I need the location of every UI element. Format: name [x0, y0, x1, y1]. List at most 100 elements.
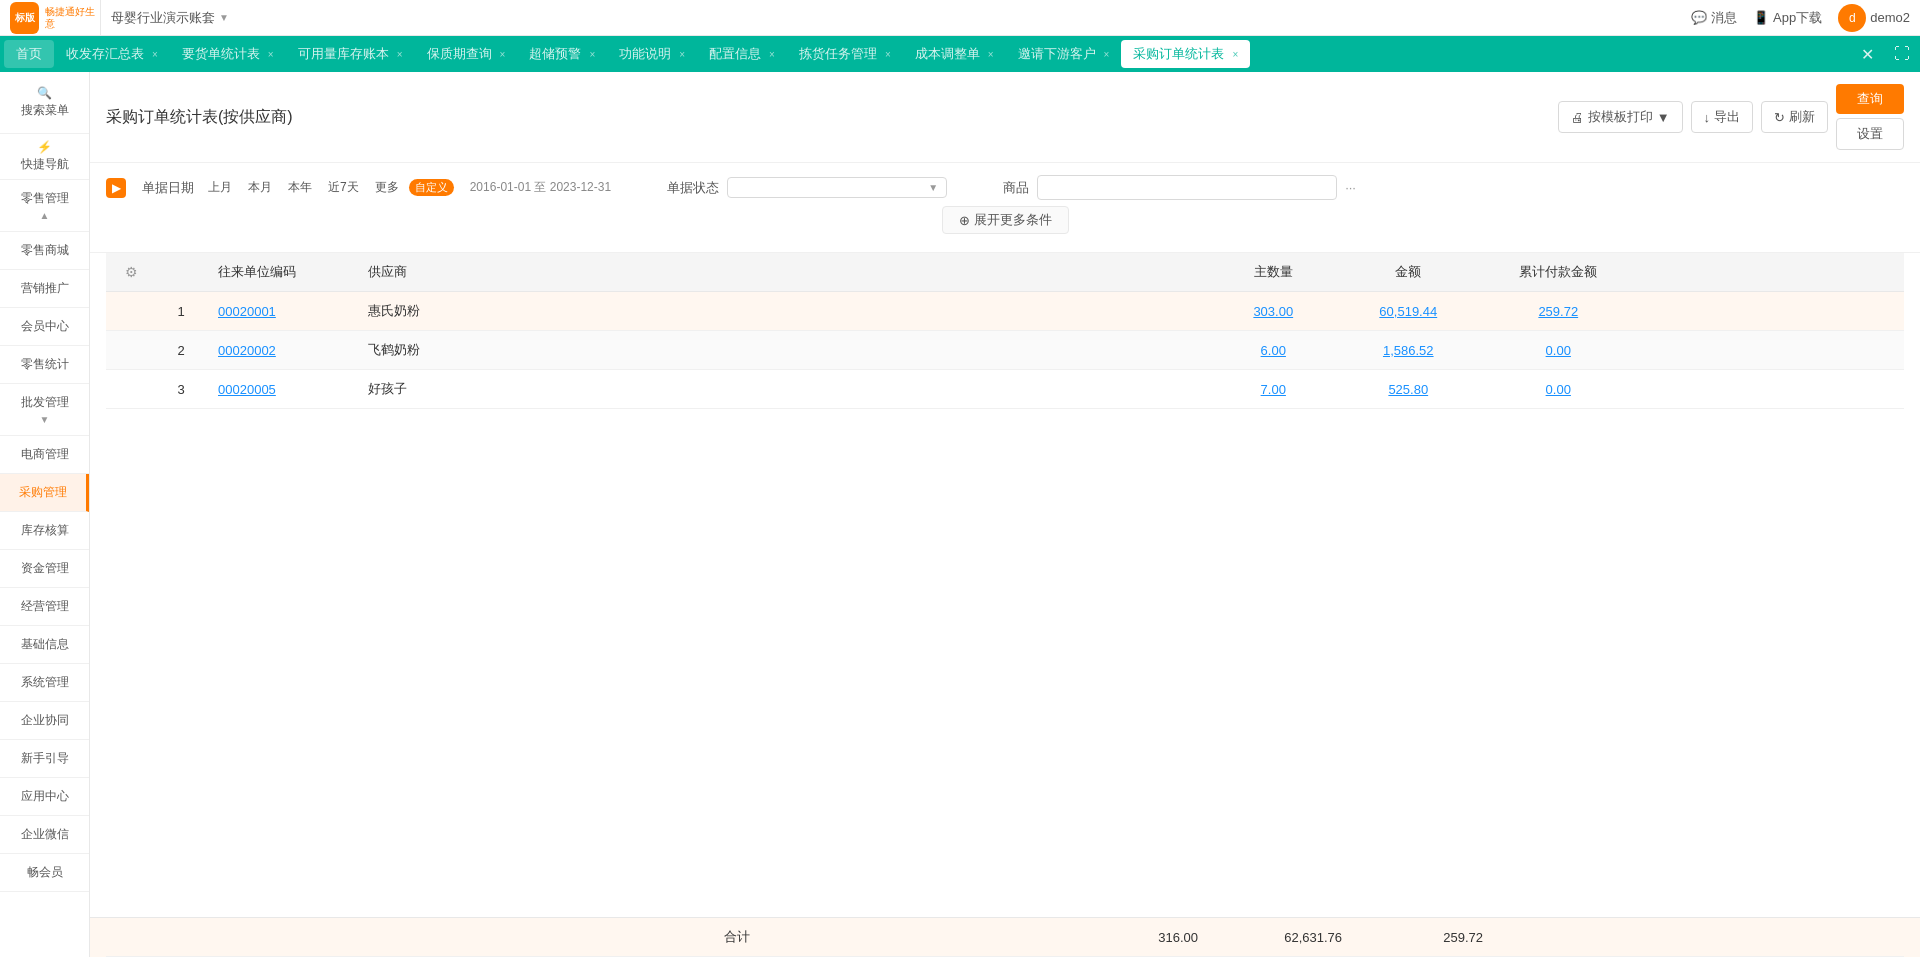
workspace-selector[interactable]: 母婴行业演示账套 ▼	[100, 0, 239, 35]
tab-baozhiqi-close[interactable]: ×	[500, 49, 506, 60]
sidebar-item-jichuxinxi[interactable]: 基础信息	[0, 626, 89, 664]
tab-baozhiqi[interactable]: 保质期查询 ×	[415, 40, 518, 68]
th-settings[interactable]: ⚙	[106, 253, 156, 292]
quick-nav-btn[interactable]: ⚡ 快捷导航	[0, 134, 89, 180]
td-qty-2[interactable]: 6.00	[1213, 331, 1333, 370]
settings-btn[interactable]: 设置	[1836, 118, 1904, 150]
sidebar-item-qiyeweixin[interactable]: 企业微信	[0, 816, 89, 854]
tab-yaohuo[interactable]: 要货单统计表 ×	[170, 40, 286, 68]
goods-filter-input[interactable]	[1037, 175, 1337, 200]
sidebar-item-qiyexietong[interactable]: 企业协同	[0, 702, 89, 740]
sidebar-item-yingyongzh[interactable]: 应用中心	[0, 778, 89, 816]
sidebar-item-pifaguan[interactable]: 批发管理 ▼	[0, 384, 89, 436]
tab-caigou-label: 采购订单统计表	[1133, 45, 1224, 63]
search-menu-btn[interactable]: 🔍 搜索菜单	[8, 80, 81, 125]
sidebar-item-xinshouyindao[interactable]: 新手引导	[0, 740, 89, 778]
tab-yaohuo-close[interactable]: ×	[268, 49, 274, 60]
sidebar-item-jingyingguan[interactable]: 经营管理	[0, 588, 89, 626]
sidebar-item-zijinguan[interactable]: 资金管理	[0, 550, 89, 588]
td-check-2	[106, 331, 156, 370]
custom-badge: 自定义	[409, 179, 454, 196]
td-paid-1[interactable]: 259.72	[1483, 292, 1633, 331]
tab-close-all-icon[interactable]: ✕	[1855, 43, 1880, 66]
td-amount-3[interactable]: 525.80	[1333, 370, 1483, 409]
total-amount-cell: 62,631.76	[1238, 918, 1388, 957]
sidebar-item-yingxiao[interactable]: 营销推广	[0, 270, 89, 308]
sidebar-item-xitonguan-label: 系统管理	[21, 674, 69, 691]
td-qty-3[interactable]: 7.00	[1213, 370, 1333, 409]
data-table: ⚙ 往来单位编码 供应商 主数量 金额 累计付款金额 1	[106, 253, 1904, 409]
tab-paihuorenwu[interactable]: 拣货任务管理 ×	[787, 40, 903, 68]
tab-chaochuyujing-close[interactable]: ×	[589, 49, 595, 60]
top-right-area: 💬 消息 📱 App下载 d demo2	[1691, 4, 1910, 32]
print-btn[interactable]: 🖨 按模板打印 ▼	[1558, 101, 1683, 133]
table-settings-icon[interactable]: ⚙	[125, 264, 138, 280]
nav-tabs: 首页 收发存汇总表 × 要货单统计表 × 可用量库存账本 × 保质期查询 × 超…	[0, 36, 1920, 72]
user-area[interactable]: d demo2	[1838, 4, 1910, 32]
export-btn[interactable]: ↓ 导出	[1691, 101, 1754, 133]
message-btn[interactable]: 💬 消息	[1691, 9, 1737, 27]
date-shortcut-last-month[interactable]: 上月	[202, 177, 238, 198]
status-select[interactable]: ▼	[727, 177, 947, 198]
tab-maximize-icon[interactable]: ⛶	[1888, 43, 1916, 65]
table-container: ⚙ 往来单位编码 供应商 主数量 金额 累计付款金额 1	[90, 253, 1920, 917]
goods-more-icon[interactable]: ···	[1345, 180, 1356, 195]
query-btn[interactable]: 查询	[1836, 84, 1904, 114]
sidebar-item-xinshouyindao-label: 新手引导	[21, 750, 69, 767]
sidebar-item-huiyuan[interactable]: 会员中心	[0, 308, 89, 346]
tab-paihuorenwu-close[interactable]: ×	[885, 49, 891, 60]
tab-chengbentiaoz-close[interactable]: ×	[988, 49, 994, 60]
td-code-3[interactable]: 00020005	[206, 370, 356, 409]
sidebar-item-lingshoutj[interactable]: 零售统计	[0, 346, 89, 384]
tab-gongneng-close[interactable]: ×	[679, 49, 685, 60]
date-shortcut-7days[interactable]: 近7天	[322, 177, 365, 198]
sidebar-item-lingshous[interactable]: 零售商城	[0, 232, 89, 270]
expand-more-btn[interactable]: ⊕ 展开更多条件	[942, 206, 1069, 234]
table-row[interactable]: 2 00020002 飞鹤奶粉 6.00 1,586.52 0.00	[106, 331, 1904, 370]
tab-caigou-close[interactable]: ×	[1232, 49, 1238, 60]
td-code-2[interactable]: 00020002	[206, 331, 356, 370]
tab-yaoqingxiayou-close[interactable]: ×	[1104, 49, 1110, 60]
sidebar-item-xitonguan[interactable]: 系统管理	[0, 664, 89, 702]
date-shortcut-this-year[interactable]: 本年	[282, 177, 318, 198]
tab-keyong[interactable]: 可用量库存账本 ×	[286, 40, 415, 68]
date-shortcut-more[interactable]: 更多	[369, 177, 405, 198]
sidebar-item-dianshang[interactable]: 电商管理	[0, 436, 89, 474]
sidebar-item-lingshouguan[interactable]: 零售管理 ▲	[0, 180, 89, 232]
tab-yaoqingxiayou[interactable]: 邀请下游客户 ×	[1006, 40, 1122, 68]
tab-peizhi-close[interactable]: ×	[769, 49, 775, 60]
sidebar-item-changhui-label: 畅会员	[27, 864, 63, 881]
sidebar-item-caigouguan[interactable]: 采购管理	[0, 474, 89, 512]
refresh-icon: ↻	[1774, 110, 1785, 125]
td-qty-1[interactable]: 303.00	[1213, 292, 1333, 331]
td-code-1[interactable]: 00020001	[206, 292, 356, 331]
tab-keyong-close[interactable]: ×	[397, 49, 403, 60]
table-row[interactable]: 1 00020001 惠氏奶粉 303.00 60,519.44 259.72	[106, 292, 1904, 331]
tab-shoufahu[interactable]: 收发存汇总表 ×	[54, 40, 170, 68]
sidebar-search-area: 🔍 搜索菜单	[0, 72, 89, 134]
tab-caigou[interactable]: 采购订单统计表 ×	[1121, 40, 1250, 68]
tab-chengbentiaoz[interactable]: 成本调整单 ×	[903, 40, 1006, 68]
date-shortcut-this-month[interactable]: 本月	[242, 177, 278, 198]
total-code-cell	[206, 918, 356, 957]
td-amount-1[interactable]: 60,519.44	[1333, 292, 1483, 331]
avatar: d	[1838, 4, 1866, 32]
td-amount-2[interactable]: 1,586.52	[1333, 331, 1483, 370]
table-row[interactable]: 3 00020005 好孩子 7.00 525.80 0.00	[106, 370, 1904, 409]
logo-abbr: 标版	[15, 11, 35, 25]
quick-nav-label: 快捷导航	[21, 156, 69, 173]
sidebar-item-changhui[interactable]: 畅会员	[0, 854, 89, 892]
sidebar: 🔍 搜索菜单 ⚡ 快捷导航 零售管理 ▲ 零售商城 营销推广 会员中心 零售统计…	[0, 72, 90, 957]
filter-expand-btn[interactable]: ▶	[106, 178, 126, 198]
tab-gongneng[interactable]: 功能说明 ×	[607, 40, 697, 68]
td-paid-2[interactable]: 0.00	[1483, 331, 1633, 370]
refresh-btn[interactable]: ↻ 刷新	[1761, 101, 1828, 133]
page-header: 采购订单统计表(按供应商) 🖨 按模板打印 ▼ ↓ 导出 ↻ 刷新 查询 设置	[90, 72, 1920, 163]
tab-home[interactable]: 首页	[4, 40, 54, 68]
tab-chaochuyujing[interactable]: 超储预警 ×	[517, 40, 607, 68]
td-paid-3[interactable]: 0.00	[1483, 370, 1633, 409]
sidebar-item-kucunhesu[interactable]: 库存核算	[0, 512, 89, 550]
tab-shoufahu-close[interactable]: ×	[152, 49, 158, 60]
app-download-btn[interactable]: 📱 App下载	[1753, 9, 1822, 27]
tab-peizhi[interactable]: 配置信息 ×	[697, 40, 787, 68]
